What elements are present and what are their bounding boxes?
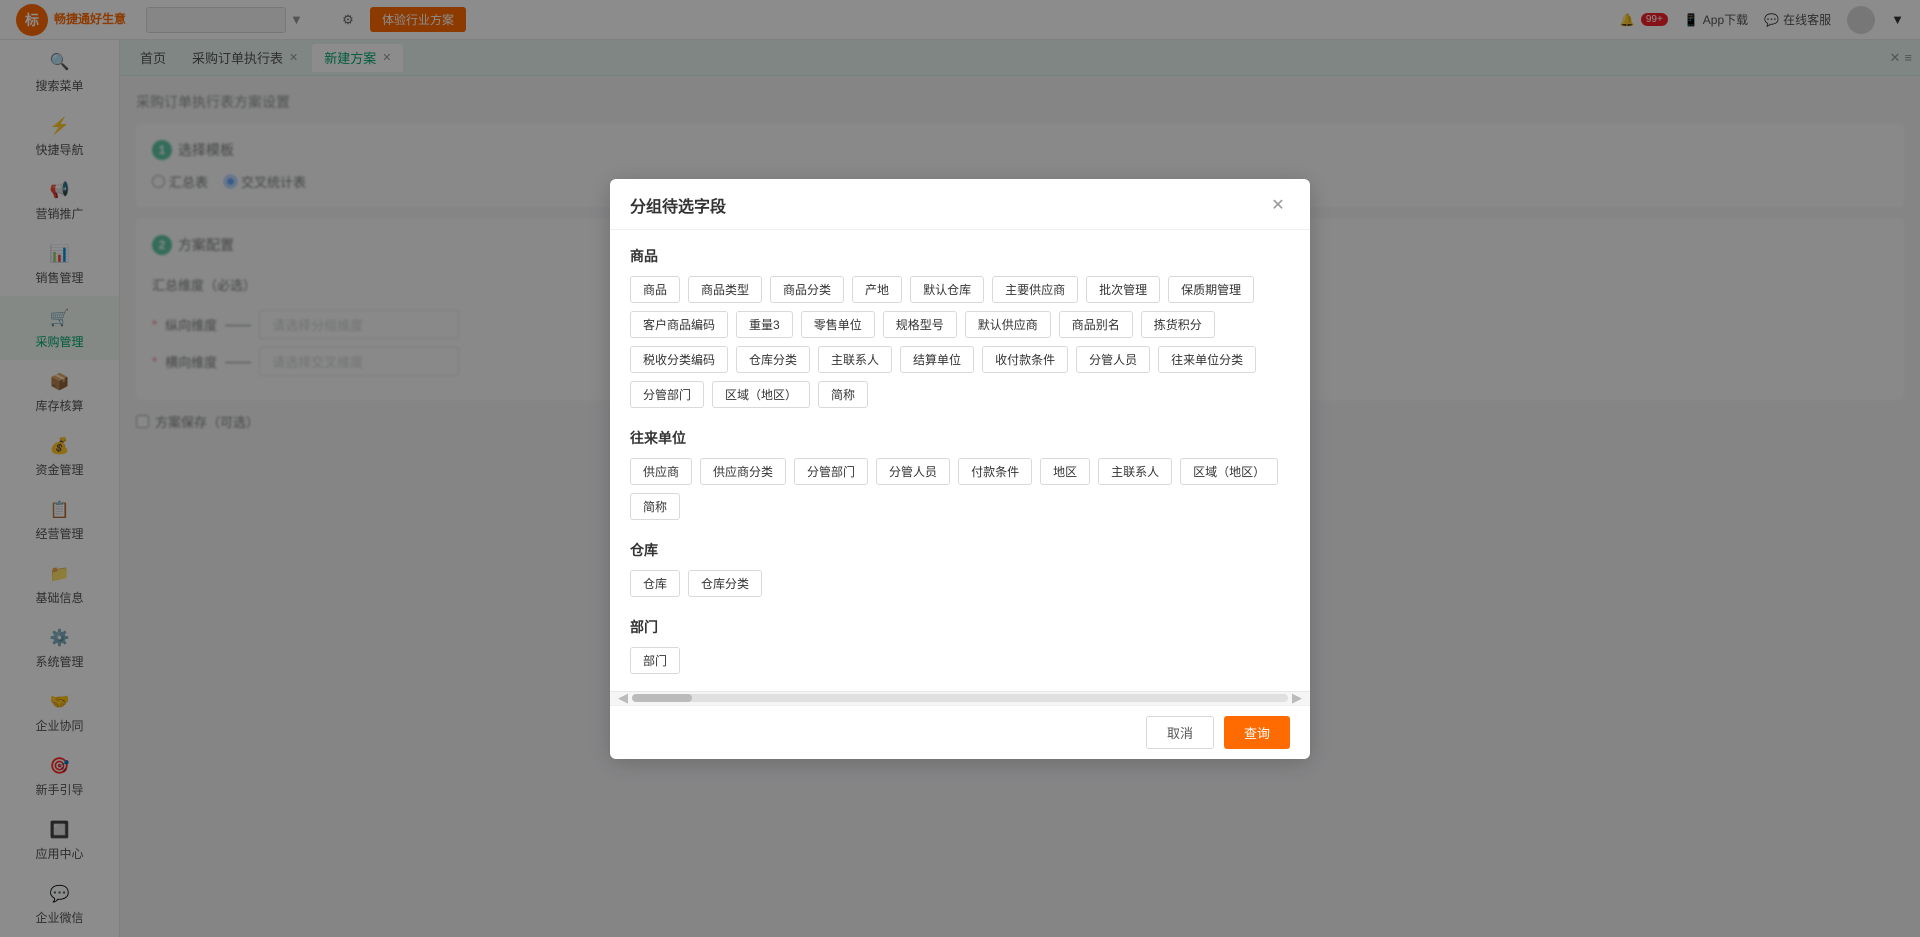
chip-warehouse[interactable]: 仓库: [630, 570, 680, 597]
chip-default-warehouse[interactable]: 默认仓库: [910, 276, 984, 303]
section-warehouse-chips: 仓库 仓库分类: [630, 570, 1290, 597]
chip-customer-code[interactable]: 客户商品编码: [630, 311, 728, 338]
chip-origin[interactable]: 产地: [852, 276, 902, 303]
chip-spec-model[interactable]: 规格型号: [883, 311, 957, 338]
hscroll-track[interactable]: [632, 694, 1288, 702]
chip-default-supplier[interactable]: 默认供应商: [965, 311, 1051, 338]
section-dept-chips: 部门: [630, 647, 1290, 674]
section-counterpart: 往来单位 供应商 供应商分类 分管部门 分管人员 付款条件 地区 主联系人 区域…: [630, 428, 1290, 520]
chip-settlement-unit[interactable]: 结算单位: [900, 346, 974, 373]
chip-tax-code[interactable]: 税收分类编码: [630, 346, 728, 373]
section-dept: 部门 部门: [630, 617, 1290, 674]
confirm-button[interactable]: 查询: [1224, 716, 1290, 749]
chip-department[interactable]: 部门: [630, 647, 680, 674]
chip-supplier-category[interactable]: 供应商分类: [700, 458, 786, 485]
section-counterpart-title: 往来单位: [630, 428, 1290, 448]
chip-product-type[interactable]: 商品类型: [688, 276, 762, 303]
chip-retail-unit[interactable]: 零售单位: [801, 311, 875, 338]
modal-body: 商品 商品 商品类型 商品分类 产地 默认仓库 主要供应商 批次管理 保质期管理…: [610, 230, 1310, 691]
chip-region-product[interactable]: 区域（地区）: [712, 381, 810, 408]
hscroll-thumb[interactable]: [632, 694, 692, 702]
chip-main-contact-counterpart[interactable]: 主联系人: [1098, 458, 1172, 485]
chip-batch-mgmt[interactable]: 批次管理: [1086, 276, 1160, 303]
chip-product-category[interactable]: 商品分类: [770, 276, 844, 303]
chip-pick-points[interactable]: 拣货积分: [1141, 311, 1215, 338]
chip-counterpart-category[interactable]: 往来单位分类: [1158, 346, 1256, 373]
modal-close-button[interactable]: ✕: [1266, 193, 1290, 217]
modal-horizontal-scrollbar[interactable]: ◀ ▶: [610, 691, 1310, 705]
chip-supervisor[interactable]: 分管人员: [1076, 346, 1150, 373]
chip-supplier[interactable]: 供应商: [630, 458, 692, 485]
chip-main-supplier[interactable]: 主要供应商: [992, 276, 1078, 303]
field-selection-modal: 分组待选字段 ✕ 商品 商品 商品类型 商品分类 产地 默认仓库 主要供应商 批…: [610, 179, 1310, 759]
chip-main-contact[interactable]: 主联系人: [818, 346, 892, 373]
section-warehouse-title: 仓库: [630, 540, 1290, 560]
chip-short-name-product[interactable]: 简称: [818, 381, 868, 408]
modal-title: 分组待选字段: [630, 193, 726, 217]
section-counterpart-chips: 供应商 供应商分类 分管部门 分管人员 付款条件 地区 主联系人 区域（地区） …: [630, 458, 1290, 520]
chip-region2[interactable]: 区域（地区）: [1180, 458, 1278, 485]
chip-product[interactable]: 商品: [630, 276, 680, 303]
chip-dept[interactable]: 分管部门: [630, 381, 704, 408]
modal-header: 分组待选字段 ✕: [610, 179, 1310, 230]
section-product-chips: 商品 商品类型 商品分类 产地 默认仓库 主要供应商 批次管理 保质期管理 客户…: [630, 276, 1290, 408]
chip-payment-terms[interactable]: 收付款条件: [982, 346, 1068, 373]
section-product: 商品 商品 商品类型 商品分类 产地 默认仓库 主要供应商 批次管理 保质期管理…: [630, 246, 1290, 408]
modal-overlay: 分组待选字段 ✕ 商品 商品 商品类型 商品分类 产地 默认仓库 主要供应商 批…: [0, 0, 1920, 937]
chip-warehouse-category[interactable]: 仓库分类: [736, 346, 810, 373]
chip-short-name-counterpart[interactable]: 简称: [630, 493, 680, 520]
chip-manage-dept[interactable]: 分管部门: [794, 458, 868, 485]
chip-pay-terms[interactable]: 付款条件: [958, 458, 1032, 485]
section-warehouse: 仓库 仓库 仓库分类: [630, 540, 1290, 597]
chip-region-counterpart[interactable]: 地区: [1040, 458, 1090, 485]
chip-warehouse-cat[interactable]: 仓库分类: [688, 570, 762, 597]
chip-product-alias[interactable]: 商品别名: [1059, 311, 1133, 338]
section-dept-title: 部门: [630, 617, 1290, 637]
section-product-title: 商品: [630, 246, 1290, 266]
chip-shelf-life[interactable]: 保质期管理: [1168, 276, 1254, 303]
chip-manage-person[interactable]: 分管人员: [876, 458, 950, 485]
chip-weight3[interactable]: 重量3: [736, 311, 793, 338]
modal-footer: 取消 查询: [610, 705, 1310, 759]
cancel-button[interactable]: 取消: [1146, 716, 1214, 749]
